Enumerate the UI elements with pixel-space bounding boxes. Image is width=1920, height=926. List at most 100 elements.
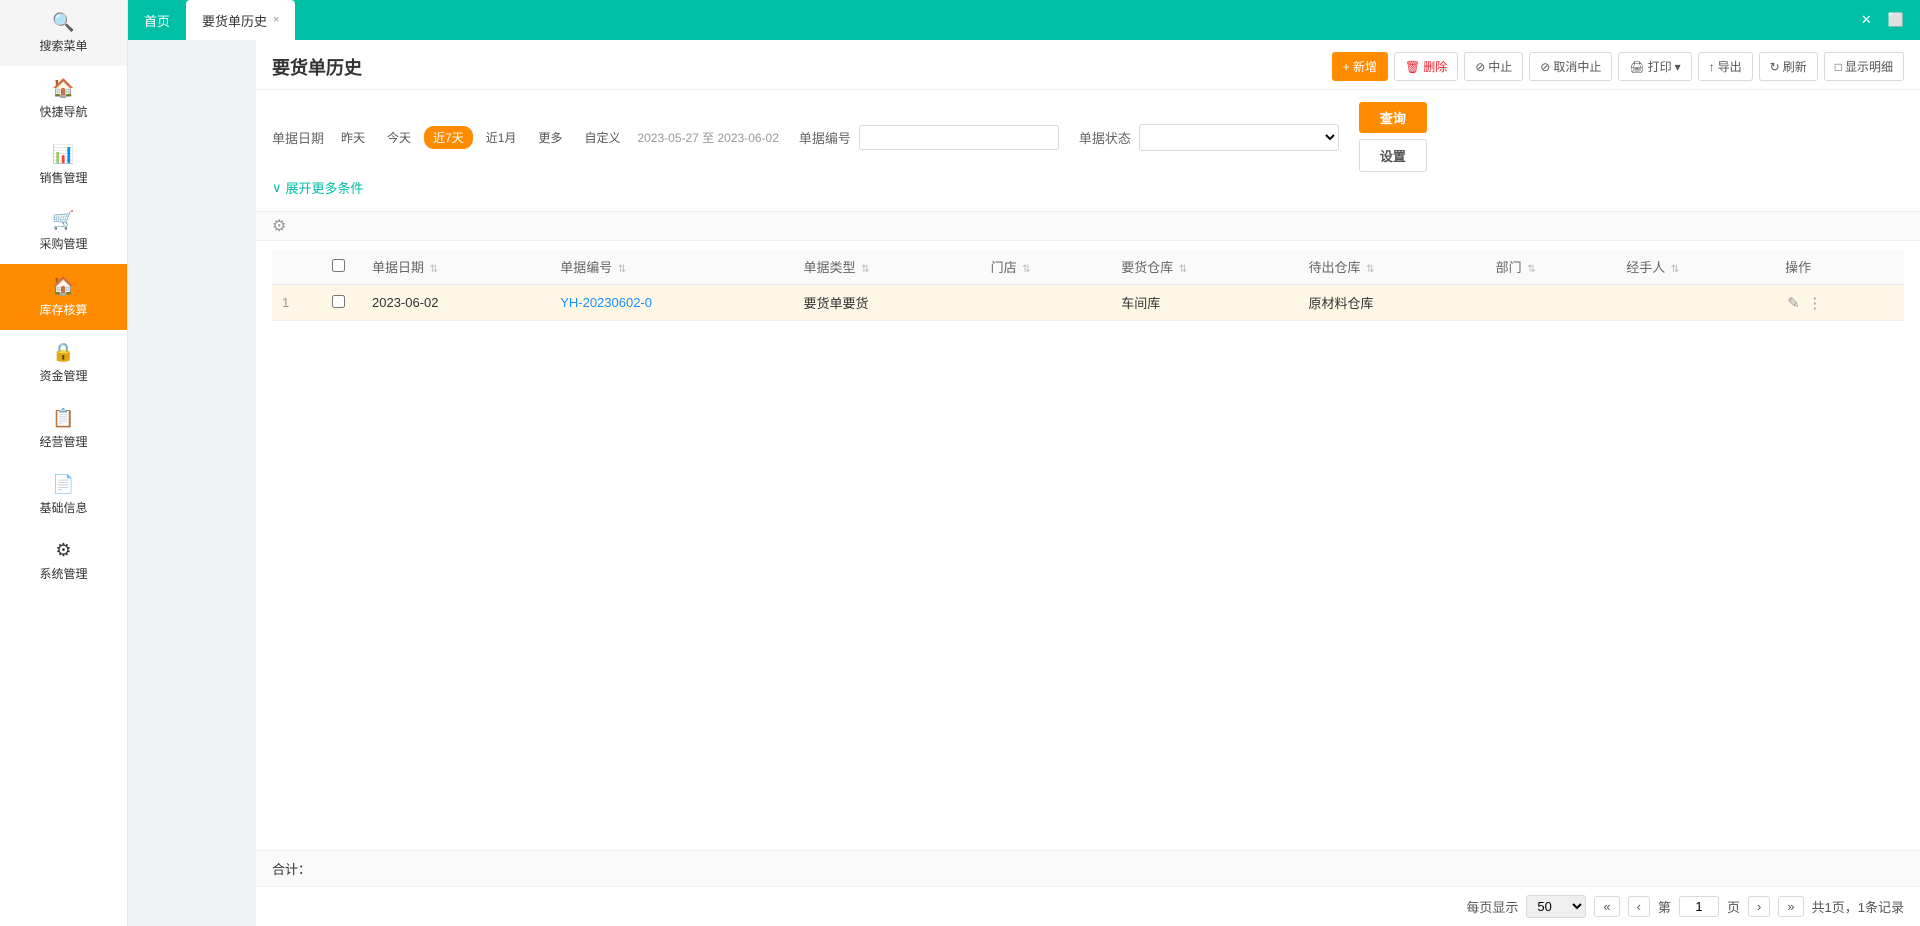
sort-handler-icon[interactable]: ⇅ xyxy=(1671,264,1679,275)
doc-no-input[interactable] xyxy=(859,125,1059,150)
date-label: 单据日期 xyxy=(272,128,324,147)
col-doc-no: 单据编号 ⇅ xyxy=(550,249,793,285)
col-doc-date: 单据日期 ⇅ xyxy=(362,249,550,285)
print-label: 打印 xyxy=(1648,58,1672,75)
print-button[interactable]: 🖨 打印 ▾ xyxy=(1618,52,1691,81)
sidebar-item-purchase[interactable]: 🛒 采购管理 xyxy=(0,198,127,264)
refresh-button[interactable]: ↻ 刷新 xyxy=(1759,52,1818,81)
cell-pending-warehouse: 原材料仓库 xyxy=(1298,285,1485,321)
more-op-icon[interactable]: ⋮ xyxy=(1807,295,1822,312)
date-last1month[interactable]: 近1月 xyxy=(477,126,526,149)
stop-button[interactable]: ⊘ 中止 xyxy=(1464,52,1523,81)
sort-doc-no-icon[interactable]: ⇅ xyxy=(618,264,626,275)
prev-page-btn[interactable]: ‹ xyxy=(1628,896,1650,917)
cancel-stop-button[interactable]: ⊘ 取消中止 xyxy=(1529,52,1612,81)
sort-dept-icon[interactable]: ⇅ xyxy=(1527,264,1535,275)
purchase-icon: 🛒 xyxy=(52,210,74,231)
sidebar-item-system[interactable]: ⚙ 系统管理 xyxy=(0,528,127,594)
tab-requisition-label: 要货单历史 xyxy=(202,11,267,30)
new-button[interactable]: + 新增 xyxy=(1332,52,1388,81)
sort-store-icon[interactable]: ⇅ xyxy=(1022,264,1030,275)
date-last7days[interactable]: 近7天 xyxy=(424,126,473,149)
query-button[interactable]: 查询 xyxy=(1359,102,1427,133)
expand-label: 展开更多条件 xyxy=(286,178,364,197)
date-filter: 单据日期 昨天 今天 近7天 近1月 更多 自定义 2023-05-27 至 2… xyxy=(272,126,779,149)
last-page-btn[interactable]: » xyxy=(1778,896,1803,917)
date-more[interactable]: 更多 xyxy=(529,126,571,149)
sidebar-item-inventory[interactable]: 🏠 库存核算 xyxy=(0,264,127,330)
tab-requisition-history[interactable]: 要货单历史 × xyxy=(186,0,295,40)
col-pending-warehouse: 待出仓库 ⇅ xyxy=(1298,249,1485,285)
date-custom[interactable]: 自定义 xyxy=(575,126,629,149)
status-filter: 单据状态 xyxy=(1079,124,1339,151)
sidebar-item-sales[interactable]: 📊 销售管理 xyxy=(0,132,127,198)
cell-store xyxy=(981,285,1112,321)
sidebar-item-label: 搜索菜单 xyxy=(39,37,87,54)
next-page-btn[interactable]: › xyxy=(1748,896,1770,917)
expand-more-btn[interactable]: ∨ 展开更多条件 xyxy=(272,172,1904,203)
export-label: 导出 xyxy=(1718,58,1742,75)
page-header: 要货单历史 + 新增 🗑 删除 ⊘ 中止 ⊘ 取消中止 🖨 打印 ▾ xyxy=(256,40,1920,90)
tab-close-icon[interactable]: × xyxy=(273,14,279,26)
sidebar-item-finance[interactable]: 🔒 资金管理 xyxy=(0,330,127,396)
doc-no-filter: 单据编号 xyxy=(799,125,1059,150)
sidebar-item-search[interactable]: 🔍 搜索菜单 xyxy=(0,0,127,66)
window-maximize-btn[interactable]: ⬜ xyxy=(1884,10,1908,30)
top-bar: 首页 要货单历史 × ✕ ⬜ xyxy=(128,0,1920,40)
table-footer: 合计： xyxy=(256,850,1920,886)
status-select[interactable] xyxy=(1139,124,1339,151)
col-doc-type: 单据类型 ⇅ xyxy=(793,249,980,285)
per-page-select[interactable]: 10 20 50 100 xyxy=(1526,895,1586,918)
search-menu-icon: 🔍 xyxy=(52,12,74,33)
header-actions: + 新增 🗑 删除 ⊘ 中止 ⊘ 取消中止 🖨 打印 ▾ ↑ 导出 xyxy=(1332,52,1904,81)
column-settings-icon[interactable]: ⚙ xyxy=(272,216,286,236)
sidebar-item-label: 基础信息 xyxy=(39,499,87,516)
cell-doc-type: 要货单要货 xyxy=(793,285,980,321)
delete-label: 删除 xyxy=(1423,58,1447,75)
sidebar-item-quicknav[interactable]: 🏠 快捷导航 xyxy=(0,66,127,132)
settings-button[interactable]: 设置 xyxy=(1359,139,1427,172)
col-req-warehouse: 要货仓库 ⇅ xyxy=(1111,249,1298,285)
sidebar-item-operations[interactable]: 📋 经营管理 xyxy=(0,396,127,462)
row-checkbox[interactable] xyxy=(332,295,345,308)
sort-req-wh-icon[interactable]: ⇅ xyxy=(1179,264,1187,275)
export-button[interactable]: ↑ 导出 xyxy=(1698,52,1753,81)
delete-button[interactable]: 🗑 删除 xyxy=(1394,52,1458,81)
select-all-checkbox[interactable] xyxy=(332,259,345,272)
window-close-btn[interactable]: ✕ xyxy=(1857,10,1876,30)
doc-no-label: 单据编号 xyxy=(799,128,851,147)
per-page-label: 每页显示 xyxy=(1466,897,1518,916)
sidebar-item-baseinfo[interactable]: 📄 基础信息 xyxy=(0,462,127,528)
show-detail-button[interactable]: □ 显示明细 xyxy=(1824,52,1904,81)
date-range: 2023-05-27 至 2023-06-02 xyxy=(637,129,778,146)
data-table: 单据日期 ⇅ 单据编号 ⇅ 单据类型 ⇅ 门店 ⇅ xyxy=(272,249,1904,321)
sidebar-item-label: 系统管理 xyxy=(39,565,87,582)
sort-doc-date-icon[interactable]: ⇅ xyxy=(430,264,438,275)
col-num xyxy=(272,249,322,285)
query-buttons: 查询 设置 xyxy=(1359,102,1427,172)
system-icon: ⚙ xyxy=(55,540,71,561)
col-ops: 操作 xyxy=(1775,249,1904,285)
tab-home[interactable]: 首页 xyxy=(128,0,186,40)
cell-checkbox[interactable] xyxy=(322,285,362,321)
doc-no-link[interactable]: YH-20230602-0 xyxy=(560,295,652,310)
date-today[interactable]: 今天 xyxy=(378,126,420,149)
col-store: 门店 ⇅ xyxy=(981,249,1112,285)
baseinfo-icon: 📄 xyxy=(52,474,74,495)
sales-icon: 📊 xyxy=(52,144,74,165)
home-icon: 🏠 xyxy=(52,78,74,99)
main-content: 要货单历史 + 新增 🗑 删除 ⊘ 中止 ⊘ 取消中止 🖨 打印 ▾ xyxy=(256,40,1920,926)
edit-op-icon[interactable]: ✎ xyxy=(1787,295,1800,312)
sidebar-item-label: 经营管理 xyxy=(39,433,87,450)
col-dept: 部门 ⇅ xyxy=(1486,249,1617,285)
sort-pend-wh-icon[interactable]: ⇅ xyxy=(1366,264,1374,275)
sort-doc-type-icon[interactable]: ⇅ xyxy=(861,264,869,275)
sidebar-item-label: 库存核算 xyxy=(39,301,87,318)
first-page-btn[interactable]: « xyxy=(1594,896,1619,917)
cell-doc-no: YH-20230602-0 xyxy=(550,285,793,321)
stop-label: 中止 xyxy=(1488,58,1512,75)
page-input[interactable] xyxy=(1679,896,1719,917)
cell-num: 1 xyxy=(272,285,322,321)
total-info: 共1页，1条记录 xyxy=(1812,897,1904,916)
date-yesterday[interactable]: 昨天 xyxy=(332,126,374,149)
